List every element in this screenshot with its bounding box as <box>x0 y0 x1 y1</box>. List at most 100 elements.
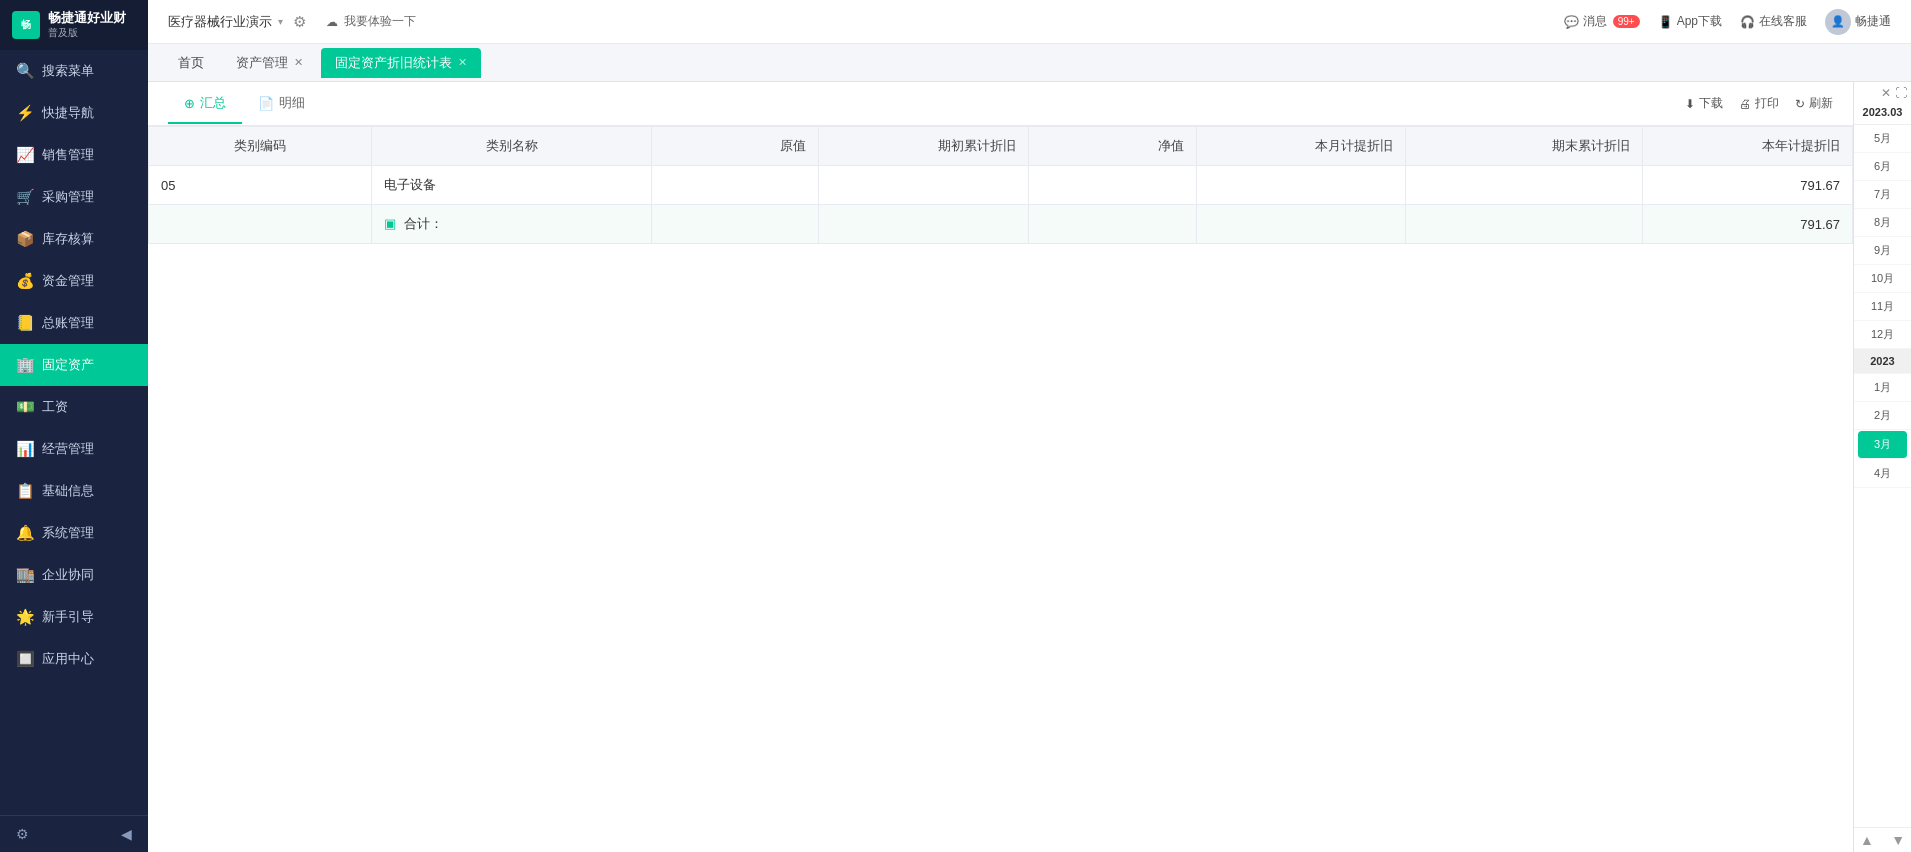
app-logo-icon: 畅 <box>12 11 40 39</box>
avatar: 👤 <box>1825 9 1851 35</box>
subtab-summary[interactable]: ⊕ 汇总 <box>168 84 242 124</box>
customer-service-label: 在线客服 <box>1759 13 1807 30</box>
calendar-close-button[interactable]: ✕ <box>1881 86 1891 100</box>
subtotal-month-dep <box>1196 205 1406 244</box>
subtab-detail-label: 明细 <box>279 94 305 112</box>
app-subtitle: 普及版 <box>48 26 126 40</box>
row-code: 05 <box>149 166 372 205</box>
search-icon: 🔍 <box>16 62 34 80</box>
quick-nav-icon: ⚡ <box>16 104 34 122</box>
sidebar-item-sales[interactable]: 📈 销售管理 <box>0 134 148 176</box>
tab-asset-mgmt-close-icon[interactable]: ✕ <box>294 56 303 69</box>
sidebar-item-quick-nav[interactable]: ⚡ 快捷导航 <box>0 92 148 134</box>
sidebar-item-operations[interactable]: 📊 经营管理 <box>0 428 148 470</box>
subtab-detail[interactable]: 📄 明细 <box>242 84 321 124</box>
subtotal-label-cell <box>149 205 372 244</box>
calendar-expand-button[interactable]: ⛶ <box>1895 86 1907 100</box>
company-selector[interactable]: 医疗器械行业演示 ▾ <box>168 13 283 31</box>
sidebar-item-label: 采购管理 <box>42 188 94 206</box>
print-label: 打印 <box>1755 95 1779 112</box>
sidebar-item-basic-info[interactable]: 📋 基础信息 <box>0 470 148 512</box>
inventory-icon: 📦 <box>16 230 34 248</box>
calendar-next-button[interactable]: ▼ <box>1891 832 1905 848</box>
messages-label: 消息 <box>1583 13 1607 30</box>
sidebar-item-label: 固定资产 <box>42 356 94 374</box>
experience-button[interactable]: ☁ 我要体验一下 <box>326 13 416 30</box>
subtotal-period-accum <box>1406 205 1643 244</box>
sidebar-item-label: 应用中心 <box>42 650 94 668</box>
sidebar-title-block: 畅捷通好业财 普及版 <box>48 10 126 40</box>
sidebar-item-ledger[interactable]: 📒 总账管理 <box>0 302 148 344</box>
sales-icon: 📈 <box>16 146 34 164</box>
calendar-month[interactable]: 4月 <box>1854 460 1911 488</box>
sidebar-item-fixed-assets[interactable]: 🏢 固定资产 <box>0 344 148 386</box>
sidebar-nav: 🔍 搜索菜单 ⚡ 快捷导航 📈 销售管理 🛒 采购管理 📦 库存核算 💰 资金管… <box>0 50 148 815</box>
sidebar-item-system[interactable]: 🔔 系统管理 <box>0 512 148 554</box>
calendar-prev-button[interactable]: ▲ <box>1860 832 1874 848</box>
sidebar-item-purchase[interactable]: 🛒 采购管理 <box>0 176 148 218</box>
print-button[interactable]: 🖨 打印 <box>1739 95 1779 112</box>
app-download-button[interactable]: 📱 App下载 <box>1658 13 1722 30</box>
sidebar-item-guide[interactable]: 🌟 新手引导 <box>0 596 148 638</box>
app-download-icon: 📱 <box>1658 15 1673 29</box>
sidebar-item-search[interactable]: 🔍 搜索菜单 <box>0 50 148 92</box>
tab-asset-mgmt[interactable]: 资产管理 ✕ <box>222 48 317 78</box>
calendar-month[interactable]: 12月 <box>1854 321 1911 349</box>
calendar-month[interactable]: 11月 <box>1854 293 1911 321</box>
sidebar-item-label: 搜索菜单 <box>42 62 94 80</box>
calendar-month[interactable]: 6月 <box>1854 153 1911 181</box>
row-accum-dep <box>819 166 1029 205</box>
calendar-month-current[interactable]: 3月 <box>1858 431 1907 459</box>
download-button[interactable]: ⬇ 下载 <box>1685 95 1723 112</box>
fixed-assets-icon: 🏢 <box>16 356 34 374</box>
payroll-icon: 💵 <box>16 398 34 416</box>
calendar-month[interactable]: 9月 <box>1854 237 1911 265</box>
sidebar-item-payroll[interactable]: 💵 工资 <box>0 386 148 428</box>
content-main: ⊕ 汇总 📄 明细 ⬇ 下载 🖨 打印 <box>148 82 1853 852</box>
download-icon: ⬇ <box>1685 97 1695 111</box>
settings-icon[interactable]: ⚙ <box>16 826 29 842</box>
calendar-top-buttons: ✕ ⛶ <box>1854 82 1911 100</box>
tab-fixed-dep[interactable]: 固定资产折旧统计表 ✕ <box>321 48 481 78</box>
depreciation-table: 类别编码 类别名称 原值 期初累计折旧 净值 本月计提折旧 期末累计折旧 本年计… <box>148 126 1853 244</box>
row-year-dep: 791.67 <box>1643 166 1853 205</box>
sidebar-item-label: 工资 <box>42 398 68 416</box>
sidebar-item-funds[interactable]: 💰 资金管理 <box>0 260 148 302</box>
calendar-month[interactable]: 2月 <box>1854 402 1911 430</box>
settings-gear-icon[interactable]: ⚙ <box>293 13 306 31</box>
collapse-icon[interactable]: ◀ <box>121 826 132 842</box>
calendar-month[interactable]: 5月 <box>1854 125 1911 153</box>
sidebar-item-label: 库存核算 <box>42 230 94 248</box>
row-net <box>1028 166 1196 205</box>
messages-badge: 99+ <box>1613 15 1640 28</box>
calendar-month[interactable]: 7月 <box>1854 181 1911 209</box>
sidebar-item-label: 企业协同 <box>42 566 94 584</box>
funds-icon: 💰 <box>16 272 34 290</box>
guide-icon: 🌟 <box>16 608 34 626</box>
calendar-month[interactable]: 10月 <box>1854 265 1911 293</box>
user-profile[interactable]: 👤 畅捷通 <box>1825 9 1891 35</box>
purchase-icon: 🛒 <box>16 188 34 206</box>
sidebar-item-enterprise[interactable]: 🏬 企业协同 <box>0 554 148 596</box>
refresh-icon: ↻ <box>1795 97 1805 111</box>
sidebar-item-app-center[interactable]: 🔲 应用中心 <box>0 638 148 680</box>
company-name: 医疗器械行业演示 <box>168 13 272 31</box>
calendar-month[interactable]: 8月 <box>1854 209 1911 237</box>
col-header-code: 类别编码 <box>149 127 372 166</box>
calendar-month[interactable]: 1月 <box>1854 374 1911 402</box>
experience-label: 我要体验一下 <box>344 13 416 30</box>
tab-fixed-dep-close-icon[interactable]: ✕ <box>458 56 467 69</box>
subtotal-row: ▣ 合计： 791.67 <box>149 205 1853 244</box>
tab-home[interactable]: 首页 <box>164 48 218 78</box>
system-icon: 🔔 <box>16 524 34 542</box>
refresh-button[interactable]: ↻ 刷新 <box>1795 95 1833 112</box>
tab-asset-mgmt-label: 资产管理 <box>236 54 288 72</box>
messages-icon: 💬 <box>1564 15 1579 29</box>
messages-button[interactable]: 💬 消息 99+ <box>1564 13 1640 30</box>
col-header-name: 类别名称 <box>372 127 651 166</box>
sidebar-item-inventory[interactable]: 📦 库存核算 <box>0 218 148 260</box>
subtotal-icon: ▣ <box>384 216 396 231</box>
calendar-header: 2023.03 <box>1854 100 1911 125</box>
subtotal-year-dep: 791.67 <box>1643 205 1853 244</box>
customer-service-button[interactable]: 🎧 在线客服 <box>1740 13 1807 30</box>
